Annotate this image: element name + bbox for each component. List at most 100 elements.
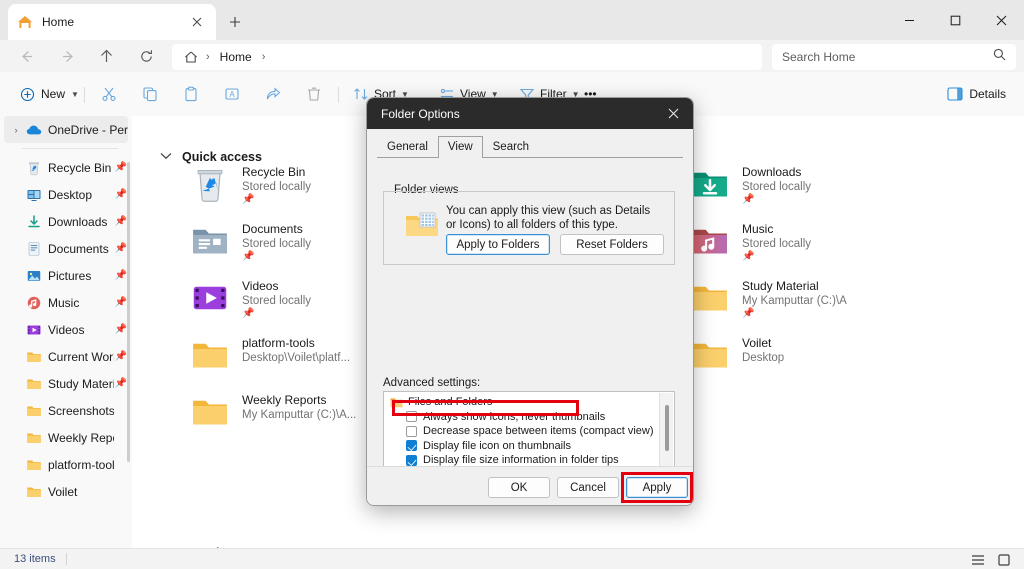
view-toggle-group [968, 551, 1014, 569]
checkbox[interactable] [406, 411, 417, 422]
close-icon[interactable] [653, 98, 693, 129]
pin-icon: 📌 [742, 194, 811, 205]
advanced-setting-label: Decrease space between items (compact vi… [423, 425, 653, 437]
quick-access-item-location: Stored locally [242, 295, 311, 307]
title-bar: Home [0, 0, 1024, 40]
copy-button[interactable] [137, 81, 163, 107]
folder-icon [390, 397, 403, 408]
videos-folder-icon [190, 278, 230, 318]
sidebar-item-weekly-reports[interactable]: Weekly Reports [4, 424, 128, 451]
folder-icon [190, 335, 230, 375]
sidebar-item-desktop[interactable]: Desktop📌 [4, 181, 128, 208]
breadcrumb[interactable]: › Home › [172, 44, 762, 70]
quick-access-item-location: My Kamputtar (C:)\A... [242, 409, 356, 421]
dialog-tab-general[interactable]: General [377, 136, 438, 157]
sidebar-item-recycle-bin[interactable]: Recycle Bin📌 [4, 154, 128, 181]
breadcrumb-chevron-2[interactable]: › [260, 51, 268, 63]
quick-access-item[interactable]: Voilet Desktop [690, 335, 784, 375]
documents-icon [24, 241, 44, 257]
sidebar-item-platform-tools[interactable]: platform-tools [4, 451, 128, 478]
quick-access-item[interactable]: Recycle Bin Stored locally 📌 [190, 164, 311, 205]
checkbox[interactable] [406, 455, 417, 466]
folder-icon [190, 392, 230, 432]
advanced-setting-row[interactable]: Display file icon on thumbnails [384, 439, 674, 454]
back-button[interactable] [10, 40, 42, 72]
details-label: Details [969, 87, 1006, 101]
sidebar-item-current-worl[interactable]: Current Worl📌 [4, 343, 128, 370]
quick-access-item[interactable]: Weekly Reports My Kamputtar (C:)\A... [190, 392, 356, 432]
ok-button[interactable]: OK [488, 477, 550, 498]
scrollbar-thumb[interactable] [665, 405, 669, 451]
search-input[interactable]: Search Home [772, 44, 1016, 70]
new-button[interactable]: New ▼ [12, 81, 87, 107]
details-pane-icon [947, 87, 963, 101]
maximize-button[interactable] [932, 0, 978, 40]
forward-button[interactable] [52, 40, 84, 72]
checkbox[interactable] [406, 440, 417, 451]
quick-access-item-name: Downloads [742, 165, 811, 179]
sidebar-item-pictures[interactable]: Pictures📌 [4, 262, 128, 289]
advanced-setting-row[interactable]: Files and Folders [384, 395, 674, 410]
status-bar: 13 items [0, 548, 1024, 569]
minimize-button[interactable] [886, 0, 932, 40]
details-pane-button[interactable]: Details [941, 81, 1012, 107]
sidebar-item-screenshots[interactable]: Screenshots [4, 397, 128, 424]
delete-button[interactable] [301, 81, 327, 107]
folder-icon [24, 484, 44, 500]
recycle-bin-icon [24, 160, 44, 176]
file-explorer-window: Home [0, 0, 1024, 569]
sidebar-item-videos[interactable]: Videos📌 [4, 316, 128, 343]
new-tab-button[interactable] [222, 10, 248, 34]
sidebar-item-label: Screenshots [48, 404, 114, 418]
pin-icon: 📌 [114, 270, 128, 281]
quick-access-header[interactable]: Quick access [160, 150, 262, 164]
sidebar-item-onedrive[interactable]: › OneDrive - Pers [4, 116, 128, 143]
pin-icon: 📌 [114, 378, 128, 389]
share-button[interactable] [260, 81, 286, 107]
quick-access-item[interactable]: Downloads Stored locally 📌 [690, 164, 811, 205]
dialog-tab-search[interactable]: Search [483, 136, 539, 157]
quick-access-item[interactable]: Music Stored locally 📌 [690, 221, 811, 262]
advanced-setting-label: Always show icons, never thumbnails [423, 411, 605, 423]
apply-button[interactable]: Apply [626, 477, 688, 498]
sidebar-item-downloads[interactable]: Downloads📌 [4, 208, 128, 235]
advanced-setting-row[interactable]: Decrease space between items (compact vi… [384, 424, 674, 439]
sidebar-item-voilet[interactable]: Voilet [4, 478, 128, 505]
apply-to-folders-button[interactable]: Apply to Folders [446, 234, 550, 255]
cut-button[interactable] [96, 81, 122, 107]
sidebar-item-study-materi[interactable]: Study Materi📌 [4, 370, 128, 397]
refresh-button[interactable] [130, 40, 162, 72]
advanced-setting-row[interactable]: Always show icons, never thumbnails [384, 410, 674, 425]
sidebar-item-documents[interactable]: Documents📌 [4, 235, 128, 262]
folder-views-group: You can apply this view (such as Details… [383, 191, 675, 265]
sidebar-item-music[interactable]: Music📌 [4, 289, 128, 316]
close-tab-icon[interactable] [186, 11, 208, 33]
advanced-setting-label: Display file icon on thumbnails [423, 440, 571, 452]
quick-access-item[interactable]: Study Material My Kamputtar (C:)\A 📌 [690, 278, 847, 319]
tab-home[interactable]: Home [8, 4, 216, 40]
sidebar-scrollbar[interactable] [127, 162, 130, 462]
folder-options-dialog[interactable]: Folder Options GeneralViewSearch Folder … [366, 97, 694, 506]
details-view-icon[interactable] [994, 551, 1014, 569]
breadcrumb-home-icon[interactable] [180, 50, 202, 64]
chevron-down-icon[interactable] [160, 151, 172, 163]
chevron-right-icon[interactable]: › [8, 125, 24, 135]
sidebar-item-label: Downloads [48, 215, 114, 229]
quick-access-item[interactable]: Documents Stored locally 📌 [190, 221, 311, 262]
breadcrumb-item-home[interactable]: Home [214, 48, 258, 66]
checkbox[interactable] [406, 426, 417, 437]
sidebar-item-label: platform-tools [48, 458, 114, 472]
cancel-button[interactable]: Cancel [557, 477, 619, 498]
search-icon[interactable] [993, 48, 1006, 66]
dialog-footer: OK Cancel Apply [367, 466, 693, 506]
list-view-icon[interactable] [968, 551, 988, 569]
close-button[interactable] [978, 0, 1024, 40]
quick-access-item[interactable]: Videos Stored locally 📌 [190, 278, 311, 319]
paste-button[interactable] [178, 81, 204, 107]
quick-access-item[interactable]: platform-tools Desktop\Voilet\platf... [190, 335, 350, 375]
rename-button[interactable]: A [219, 81, 245, 107]
up-button[interactable] [90, 40, 122, 72]
dialog-tab-view[interactable]: View [438, 136, 483, 158]
reset-folders-button[interactable]: Reset Folders [560, 234, 664, 255]
navigation-pane[interactable]: › OneDrive - Pers Recycle Bin📌Desktop📌Do… [0, 116, 132, 548]
